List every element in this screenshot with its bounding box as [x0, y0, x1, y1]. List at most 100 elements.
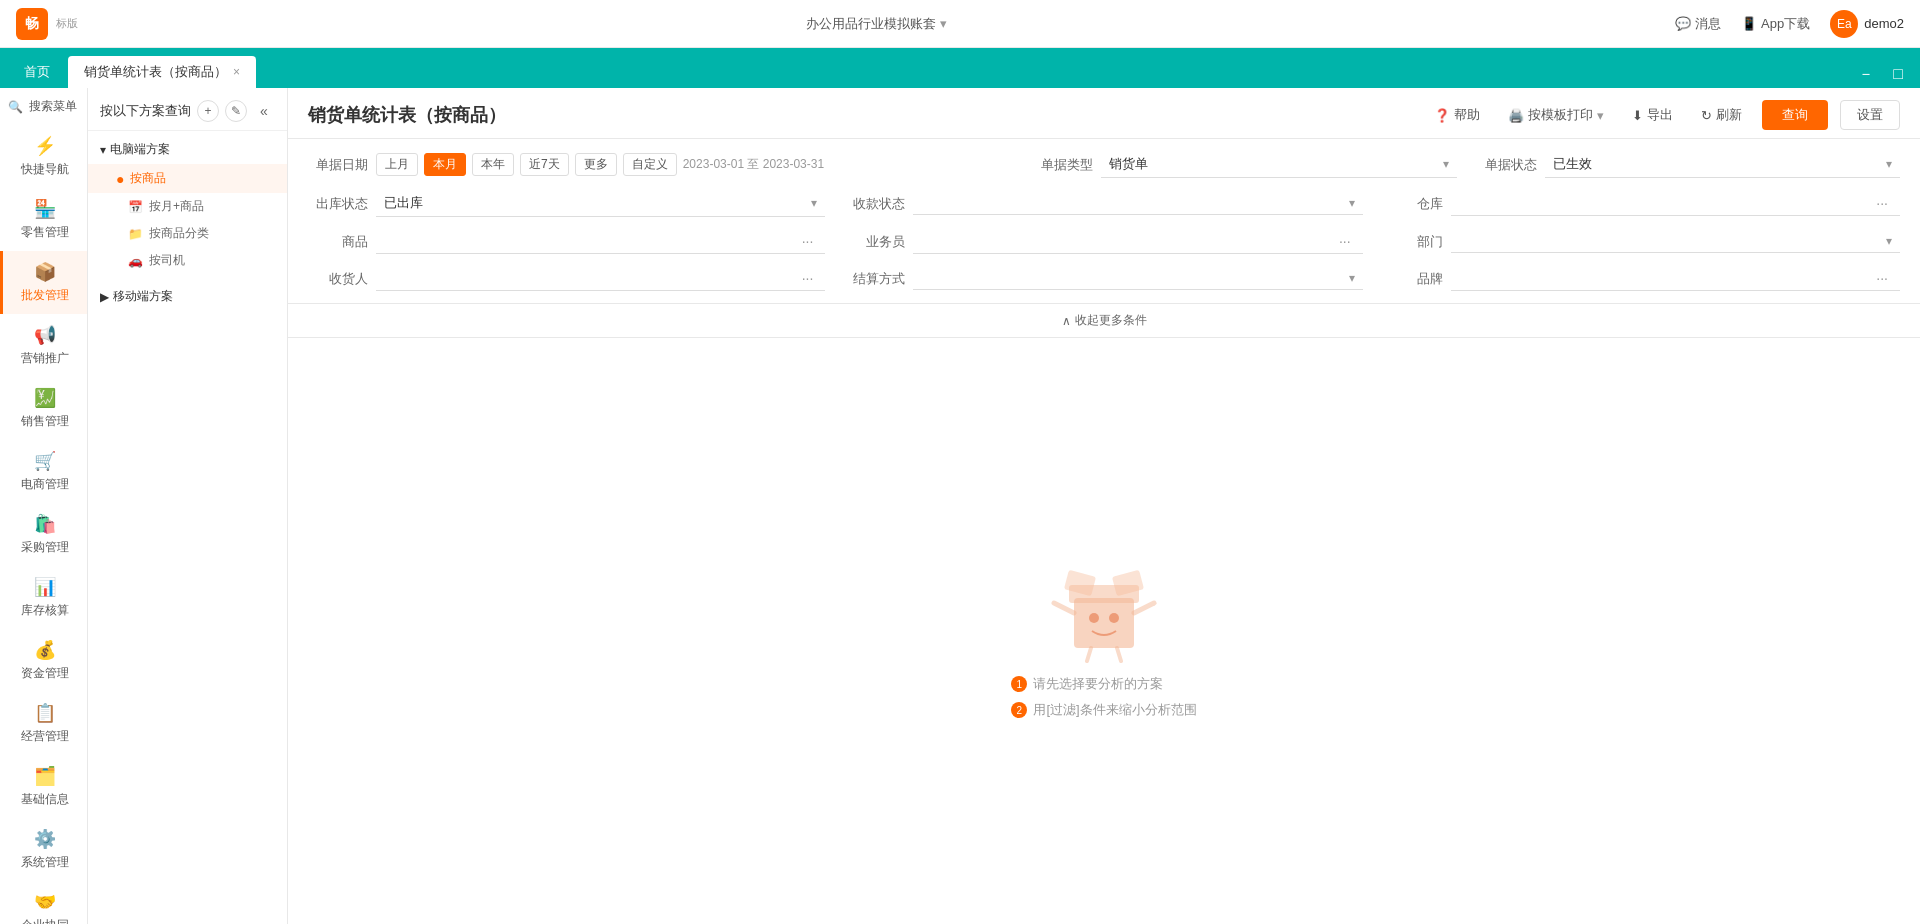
system-icon: ⚙️: [34, 828, 56, 850]
export-icon: ⬇: [1632, 108, 1643, 123]
receiver-label: 收货人: [308, 270, 368, 288]
date-more-btn[interactable]: 更多: [575, 153, 617, 176]
scheme-subitem-month-product[interactable]: 📅 按月+商品: [88, 193, 287, 220]
date-current-month-btn[interactable]: 本月: [424, 153, 466, 176]
outstatus-dropdown[interactable]: 已出库 ▾: [376, 190, 825, 217]
sidebar-item-ecommerce[interactable]: 🛒 电商管理: [0, 440, 87, 503]
scheme-edit-btn[interactable]: ✎: [225, 100, 247, 122]
retail-icon: 🏪: [34, 198, 56, 220]
brand-dots-icon[interactable]: ···: [1872, 270, 1892, 286]
tab-home[interactable]: 首页: [8, 56, 66, 88]
svg-line-7: [1134, 603, 1154, 613]
collapse-bar[interactable]: ∧ 收起更多条件: [288, 304, 1920, 338]
sidebar-quick-nav[interactable]: ⚡ 快捷导航: [0, 125, 87, 188]
filter-product-field: 商品 ···: [308, 229, 825, 254]
wholesale-icon: 📦: [34, 261, 56, 283]
sidebar-item-retail[interactable]: 🏪 零售管理: [0, 188, 87, 251]
sidebar-item-wholesale[interactable]: 📦 批发管理: [0, 251, 87, 314]
sidebar-item-sales[interactable]: 💹 销售管理: [0, 377, 87, 440]
print-icon: 🖨️: [1508, 108, 1524, 123]
tab-minimize-btn[interactable]: －: [1852, 60, 1880, 88]
user-area[interactable]: Ea demo2: [1830, 10, 1904, 38]
doctype-dropdown[interactable]: 销货单 ▾: [1101, 151, 1456, 178]
sidebar-item-basic[interactable]: 🗂️ 基础信息: [0, 755, 87, 818]
refresh-btn[interactable]: ↻ 刷新: [1693, 102, 1750, 128]
quick-nav-icon: ⚡: [34, 135, 56, 157]
scheme-add-btn[interactable]: +: [197, 100, 219, 122]
scheme-subitem-cashier[interactable]: 🚗 按司机: [88, 247, 287, 274]
message-btn[interactable]: 💬 消息: [1675, 15, 1721, 33]
date-prev-month-btn[interactable]: 上月: [376, 153, 418, 176]
tab-active[interactable]: 销货单统计表（按商品） ×: [68, 56, 256, 88]
workspace-selector[interactable]: 办公用品行业模拟账套 ▾: [798, 11, 955, 37]
product-input[interactable]: ···: [376, 229, 825, 254]
scheme-group-mobile: ▶ 移动端方案: [88, 278, 287, 315]
left-panel: 按以下方案查询 + ✎ « ▾ 电脑端方案 ● 按商品 📅 按月+商品 📁: [88, 88, 288, 924]
warehouse-label: 仓库: [1383, 195, 1443, 213]
docstatus-dropdown[interactable]: 已生效 ▾: [1545, 151, 1900, 178]
purchase-icon: 🛍️: [34, 513, 56, 535]
date-custom-btn[interactable]: 自定义: [623, 153, 677, 176]
marketing-icon: 📢: [34, 324, 56, 346]
ecommerce-icon: 🛒: [34, 450, 56, 472]
svg-line-6: [1054, 603, 1074, 613]
print-arrow-icon: ▾: [1597, 108, 1604, 123]
filter-date-field: 单据日期 上月 本月 本年 近7天 更多 自定义 2023-03-01 至 20…: [308, 153, 1013, 176]
active-indicator: ●: [116, 171, 124, 187]
basic-icon: 🗂️: [34, 765, 56, 787]
chevron-right-icon: ▶: [100, 290, 109, 304]
filter-row-2: 出库状态 已出库 ▾ 收款状态 ▾ 仓库: [308, 190, 1900, 217]
sidebar-item-purchase[interactable]: 🛍️ 采购管理: [0, 503, 87, 566]
export-btn[interactable]: ⬇ 导出: [1624, 102, 1681, 128]
payment-dropdown[interactable]: ▾: [913, 192, 1362, 215]
scheme-group-pc-title[interactable]: ▾ 电脑端方案: [88, 135, 287, 164]
scheme-item-by-product[interactable]: ● 按商品: [88, 164, 287, 193]
collapse-up-icon: ∧: [1062, 314, 1071, 328]
payment-label: 收款状态: [845, 195, 905, 213]
warehouse-input[interactable]: ···: [1451, 191, 1900, 216]
help-btn[interactable]: ❓ 帮助: [1426, 102, 1488, 128]
sidebar-item-system[interactable]: ⚙️ 系统管理: [0, 818, 87, 881]
product-dots-icon[interactable]: ···: [798, 233, 818, 249]
date-label: 单据日期: [308, 156, 368, 174]
svg-point-4: [1089, 613, 1099, 623]
date-7days-btn[interactable]: 近7天: [520, 153, 569, 176]
brand-label: 品牌: [1383, 270, 1443, 288]
sidebar-item-inventory[interactable]: 📊 库存核算: [0, 566, 87, 629]
settings-button[interactable]: 设置: [1840, 100, 1900, 130]
sales-icon: 💹: [34, 387, 56, 409]
sidebar-search-menu[interactable]: 🔍 搜索菜单: [0, 88, 87, 125]
empty-state: 1 请先选择要分析的方案 2 用[过滤]条件来缩小分析范围: [288, 338, 1920, 924]
sidebar-item-operations[interactable]: 📋 经营管理: [0, 692, 87, 755]
doctype-label: 单据类型: [1033, 156, 1093, 174]
salesperson-dots-icon[interactable]: ···: [1335, 233, 1355, 249]
tab-bar: 首页 销货单统计表（按商品） × － □: [0, 48, 1920, 88]
app-download-btn[interactable]: 📱 App下载: [1741, 15, 1810, 33]
scheme-subitem-category[interactable]: 📁 按商品分类: [88, 220, 287, 247]
template-print-btn[interactable]: 🖨️ 按模板打印 ▾: [1500, 102, 1612, 128]
brand-input[interactable]: ···: [1451, 266, 1900, 291]
sidebar-item-marketing[interactable]: 📢 营销推广: [0, 314, 87, 377]
inventory-icon: 📊: [34, 576, 56, 598]
docstatus-arrow-icon: ▾: [1886, 157, 1892, 171]
page-title: 销货单统计表（按商品）: [308, 103, 506, 127]
filter-receiver-field: 收货人 ···: [308, 266, 825, 291]
query-button[interactable]: 查询: [1762, 100, 1828, 130]
tab-maximize-btn[interactable]: □: [1884, 60, 1912, 88]
date-current-year-btn[interactable]: 本年: [472, 153, 514, 176]
receiver-input[interactable]: ···: [376, 266, 825, 291]
department-dropdown[interactable]: ▾: [1451, 230, 1900, 253]
scheme-group-mobile-title[interactable]: ▶ 移动端方案: [88, 282, 287, 311]
tab-close-icon[interactable]: ×: [233, 65, 240, 79]
settle-dropdown[interactable]: ▾: [913, 267, 1362, 290]
scheme-collapse-btn[interactable]: «: [253, 100, 275, 122]
warehouse-dots-icon[interactable]: ···: [1872, 195, 1892, 211]
sidebar-item-enterprise[interactable]: 🤝 企业协同: [0, 881, 87, 924]
receiver-dots-icon[interactable]: ···: [798, 270, 818, 286]
salesperson-input[interactable]: ···: [913, 229, 1362, 254]
outstatus-label: 出库状态: [308, 195, 368, 213]
sidebar-item-finance[interactable]: 💰 资金管理: [0, 629, 87, 692]
filter-area: 单据日期 上月 本月 本年 近7天 更多 自定义 2023-03-01 至 20…: [288, 139, 1920, 304]
department-label: 部门: [1383, 233, 1443, 251]
calendar-icon: 📅: [128, 200, 143, 214]
